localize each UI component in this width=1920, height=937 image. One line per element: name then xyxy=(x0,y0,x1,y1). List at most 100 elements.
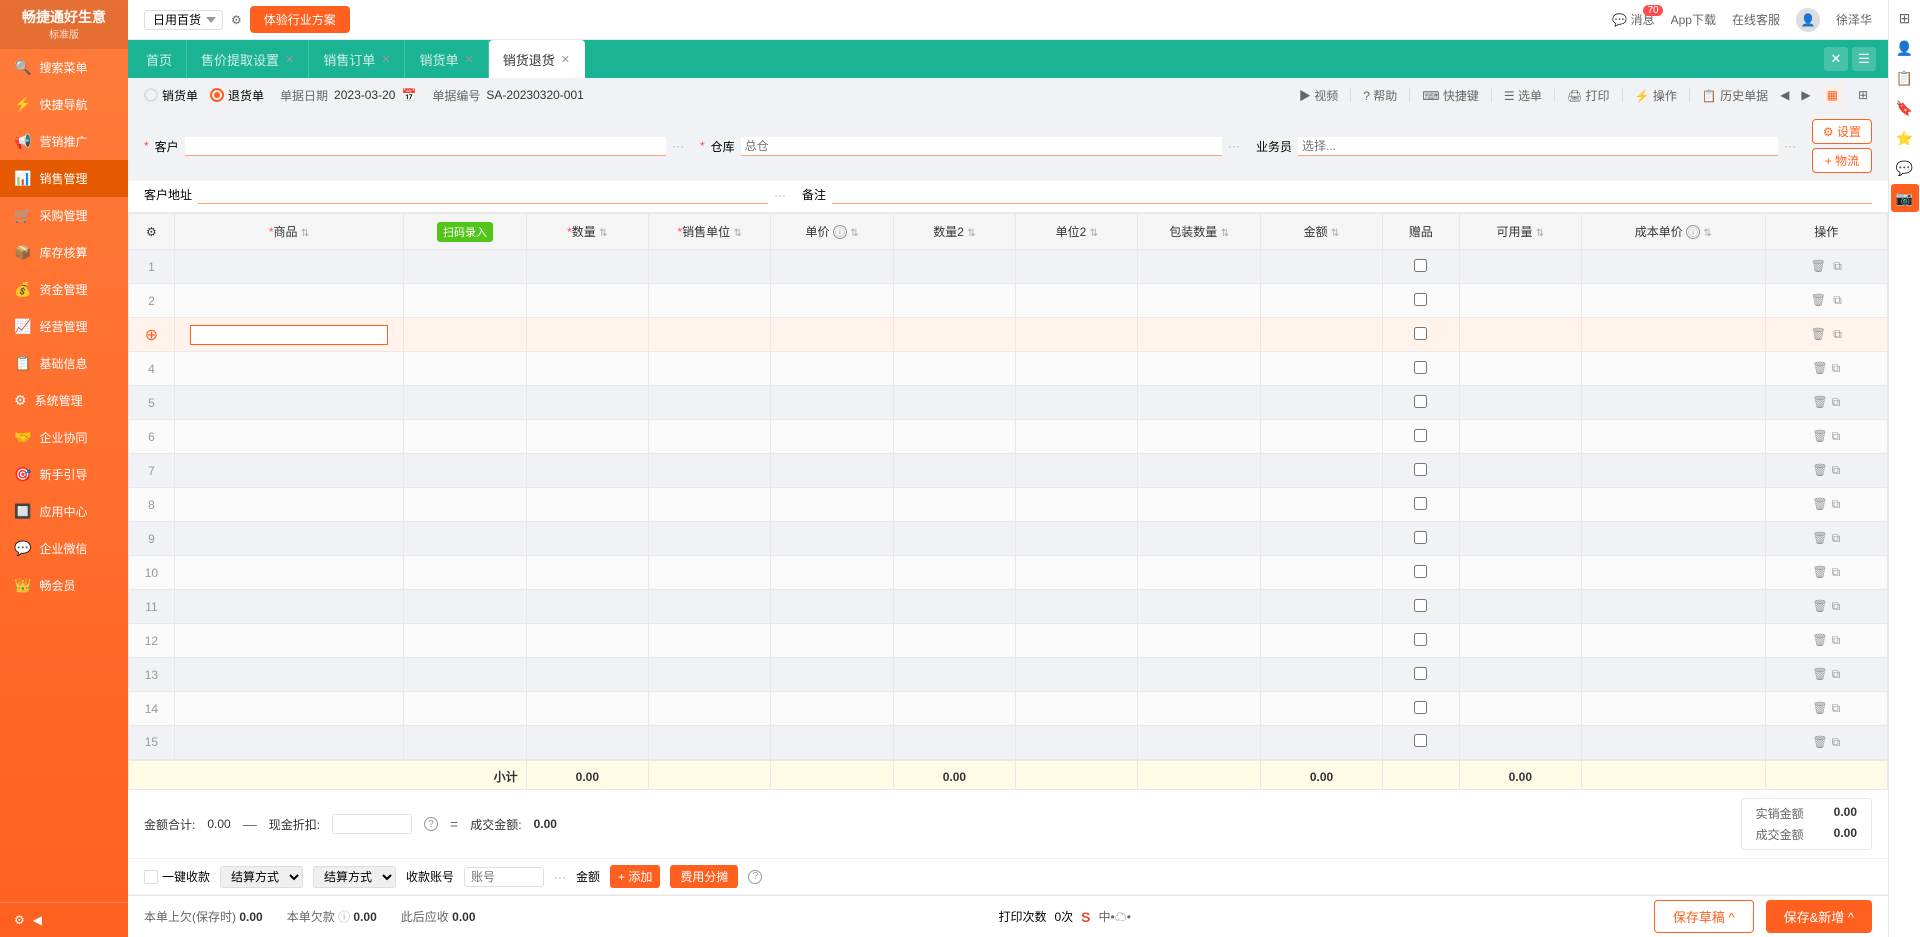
settlement-select[interactable]: 结算方式 xyxy=(220,866,303,888)
row-8-copy-icon[interactable]: ⧉ xyxy=(1832,497,1841,511)
user-name[interactable]: 徐泽华 xyxy=(1836,11,1872,28)
operate-action[interactable]: ⚡ 操作 xyxy=(1635,87,1677,104)
tab-sales-return[interactable]: 销货退货 ✕ xyxy=(489,40,585,78)
row-12-delete-icon[interactable]: 🗑 xyxy=(1812,633,1827,647)
shortcut-action[interactable]: ⌨ 快捷键 xyxy=(1422,87,1479,104)
row-2-amount[interactable] xyxy=(1260,284,1382,318)
row-4-delete-icon[interactable]: 🗑 xyxy=(1812,361,1827,375)
row-11-copy-icon[interactable]: ⧉ xyxy=(1832,599,1841,613)
row-14-delete-icon[interactable]: 🗑 xyxy=(1812,701,1827,715)
row-4-gift[interactable] xyxy=(1383,352,1459,386)
row-2-pack-qty[interactable] xyxy=(1138,284,1260,318)
price-sort-icon[interactable]: ⇅ xyxy=(850,228,858,239)
sidebar-item-collab[interactable]: 🤝 企业协同 xyxy=(0,419,128,456)
sidebar-item-operations[interactable]: 📈 经营管理 xyxy=(0,308,128,345)
active-row-price[interactable] xyxy=(771,318,893,352)
row-1-pack-qty[interactable] xyxy=(1138,250,1260,284)
row-4-amount[interactable] xyxy=(1260,352,1382,386)
row-4-price[interactable] xyxy=(771,352,893,386)
row-1-copy-icon[interactable]: ⧉ xyxy=(1833,259,1842,273)
row-14-copy-icon[interactable]: ⧉ xyxy=(1832,701,1841,715)
row-5-delete-icon[interactable]: 🗑 xyxy=(1812,395,1827,409)
active-row-pack-qty[interactable] xyxy=(1138,318,1260,352)
row-7-delete-icon[interactable]: 🗑 xyxy=(1812,463,1827,477)
row-7-copy-icon[interactable]: ⧉ xyxy=(1832,463,1841,477)
collapse-icon[interactable]: ◀ xyxy=(33,913,42,927)
row-15-copy-icon[interactable]: ⧉ xyxy=(1832,735,1841,749)
message-badge[interactable]: 💬 70 消息 xyxy=(1612,11,1654,28)
warehouse-input[interactable] xyxy=(741,137,1222,156)
row-9-copy-icon[interactable]: ⧉ xyxy=(1832,531,1841,545)
video-action[interactable]: ▶ 视频 xyxy=(1299,87,1338,104)
select-action[interactable]: ☰ 选单 xyxy=(1504,87,1542,104)
tab-menu[interactable]: ☰ xyxy=(1852,47,1876,71)
sidebar-item-finance[interactable]: 💰 资金管理 xyxy=(0,271,128,308)
unit-sort-icon[interactable]: ⇅ xyxy=(734,228,742,239)
tab-sales-order[interactable]: 销售订单 ✕ xyxy=(309,40,405,78)
row-12-gift[interactable] xyxy=(1383,624,1459,658)
right-icon-3[interactable]: 📋 xyxy=(1891,64,1919,92)
radio-sales[interactable]: 销货单 xyxy=(144,87,198,104)
row-1-delete-icon[interactable]: 🗑 xyxy=(1811,259,1826,273)
row-1-gift[interactable] xyxy=(1383,250,1459,284)
active-row-unit2[interactable] xyxy=(1016,318,1138,352)
row-8-delete-icon[interactable]: 🗑 xyxy=(1812,497,1827,511)
row-14-gift[interactable] xyxy=(1383,692,1459,726)
history-action[interactable]: 📋 历史单据 xyxy=(1702,87,1768,104)
th-gift[interactable]: 赠品 xyxy=(1383,214,1459,250)
row-6-delete-icon[interactable]: 🗑 xyxy=(1812,429,1827,443)
grid-view1[interactable]: ▦ xyxy=(1823,86,1842,104)
settings-button[interactable]: ⚙ 设置 xyxy=(1812,119,1872,144)
cost-info-icon[interactable]: ⓘ xyxy=(1686,225,1700,239)
row-2-qty2[interactable] xyxy=(893,284,1015,318)
row-10-copy-icon[interactable]: ⧉ xyxy=(1832,565,1841,579)
tab-price-settings[interactable]: 售价提取设置 ✕ xyxy=(187,40,309,78)
th-amount[interactable]: 金额 ⇅ xyxy=(1260,214,1382,250)
tab-sales-return-close[interactable]: ✕ xyxy=(561,53,570,66)
tab-price-close[interactable]: ✕ xyxy=(285,53,294,66)
row-2-qty[interactable] xyxy=(526,284,648,318)
row-1-price[interactable] xyxy=(771,250,893,284)
row-8-gift[interactable] xyxy=(1383,488,1459,522)
sidebar-item-system[interactable]: ⚙ 系统管理 xyxy=(0,382,128,419)
sidebar-item-sales[interactable]: 📊 销售管理 xyxy=(0,160,128,197)
row-4-unit[interactable] xyxy=(649,352,771,386)
active-row-gift[interactable] xyxy=(1383,318,1459,352)
tab-sales-close[interactable]: ✕ xyxy=(465,53,474,66)
avail-sort-icon[interactable]: ⇅ xyxy=(1536,228,1544,239)
active-product-input[interactable] xyxy=(190,325,388,345)
row-5-gift[interactable] xyxy=(1383,386,1459,420)
th-available[interactable]: 可用量 ⇅ xyxy=(1459,214,1581,250)
salesperson-dots[interactable]: ··· xyxy=(1784,139,1796,153)
th-qty2[interactable]: 数量2 ⇅ xyxy=(893,214,1015,250)
row-6-copy-icon[interactable]: ⧉ xyxy=(1832,429,1841,443)
one-click-payment[interactable]: 一键收款 xyxy=(144,868,210,885)
row-15-gift[interactable] xyxy=(1383,726,1459,760)
right-icon-2[interactable]: 👤 xyxy=(1891,34,1919,62)
row-11-delete-icon[interactable]: 🗑 xyxy=(1812,599,1827,613)
active-row-unit[interactable] xyxy=(649,318,771,352)
row-4-copy-icon[interactable]: ⧉ xyxy=(1832,361,1841,375)
tab-home[interactable]: 首页 xyxy=(132,40,187,78)
th-unit2[interactable]: 单位2 ⇅ xyxy=(1016,214,1138,250)
row-1-amount[interactable] xyxy=(1260,250,1382,284)
print-action[interactable]: 🖨 打印 xyxy=(1567,87,1610,104)
help-action[interactable]: ? 帮助 xyxy=(1363,87,1397,104)
row-2-delete-icon[interactable]: 🗑 xyxy=(1811,293,1826,307)
logistics-button[interactable]: + 物流 xyxy=(1812,148,1872,173)
row-9-delete-icon[interactable]: 🗑 xyxy=(1812,531,1827,545)
th-cost-price[interactable]: 成本单价 ⓘ ⇅ xyxy=(1582,214,1766,250)
settings-gear-icon[interactable]: ⚙ xyxy=(231,13,242,27)
row-12-copy-icon[interactable]: ⧉ xyxy=(1832,633,1841,647)
row-15-delete-icon[interactable]: 🗑 xyxy=(1812,735,1827,749)
row-13-delete-icon[interactable]: 🗑 xyxy=(1812,667,1827,681)
save-new-button[interactable]: 保存&新增 ^ xyxy=(1766,900,1872,933)
discount-input[interactable] xyxy=(332,814,412,834)
close-all-tabs[interactable]: ✕ xyxy=(1824,47,1848,71)
discount-info-icon[interactable]: ? xyxy=(424,817,438,831)
payment-checkbox[interactable] xyxy=(144,870,158,884)
radio-return[interactable]: 退货单 xyxy=(210,87,264,104)
address-input[interactable] xyxy=(198,185,768,204)
row-2-copy-icon[interactable]: ⧉ xyxy=(1833,293,1842,307)
row-5-copy-icon[interactable]: ⧉ xyxy=(1832,395,1841,409)
